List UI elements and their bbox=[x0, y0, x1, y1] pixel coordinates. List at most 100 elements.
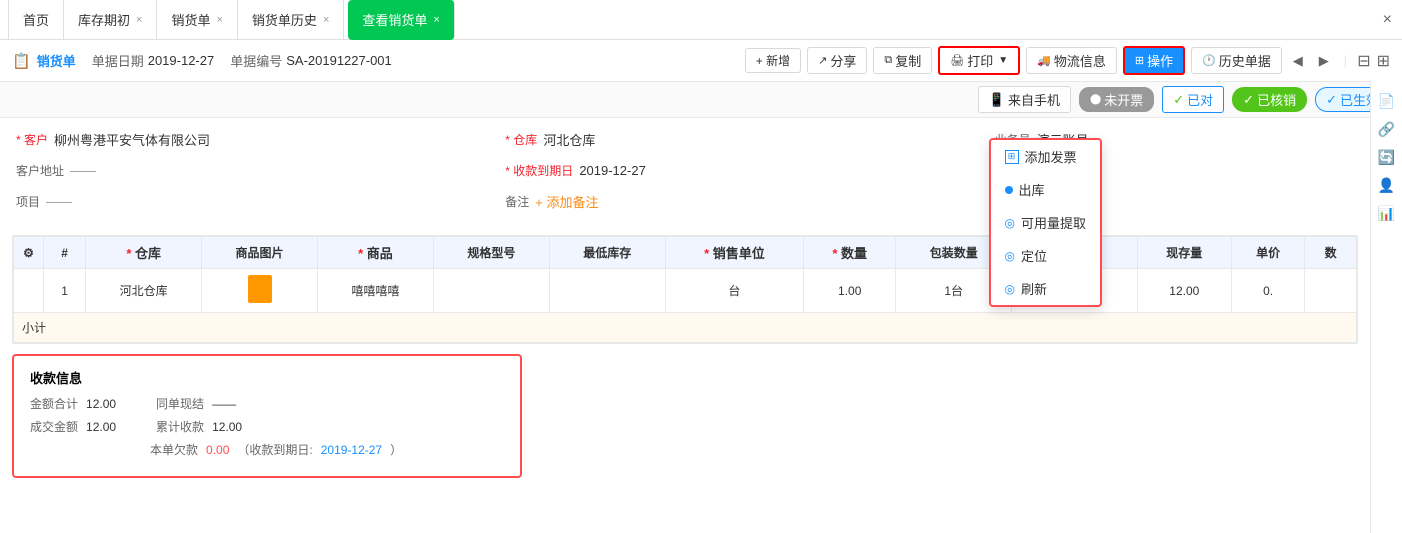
effective-icon: ✓ bbox=[1326, 92, 1337, 108]
grid-view-icon[interactable]: ⊟ bbox=[1357, 51, 1370, 71]
confirm-icon: ✓ bbox=[1173, 92, 1184, 108]
form-area: 客户 柳州粤港平安气体有限公司 仓库 河北仓库 业务员 演示账号 客户地址 —— bbox=[0, 118, 1402, 235]
td-product: 嘻嘻嘻嘻 bbox=[318, 269, 434, 313]
phone-icon: 📱 bbox=[989, 92, 1005, 108]
form-row-2: 客户地址 —— 收款到期日 2019-12-27 票据类型 不开票 bbox=[16, 161, 1386, 180]
logistics-button[interactable]: 🚚 物流信息 bbox=[1026, 47, 1117, 74]
doc-icon: 📋 bbox=[12, 52, 31, 70]
nav-next[interactable]: ▶ bbox=[1314, 50, 1334, 72]
confirm-button[interactable]: ✓ 已对 bbox=[1162, 86, 1224, 113]
customer-value: 柳州粤港平安气体有限公司 bbox=[54, 130, 210, 149]
tab-view-sales[interactable]: 查看销货单 × bbox=[348, 0, 454, 40]
tab-sales-history[interactable]: 销货单历史 × bbox=[238, 0, 344, 40]
available-qty-icon: ◎ bbox=[1005, 216, 1015, 230]
doc-type-label: 📋 销货单 bbox=[12, 51, 76, 70]
window-close-button[interactable]: × bbox=[1383, 11, 1392, 29]
dropdown-available-qty[interactable]: ◎ 可用量提取 bbox=[991, 206, 1101, 239]
print-button[interactable]: 🖨 打印 ▼ bbox=[938, 46, 1020, 75]
tab-sales-history-close[interactable]: × bbox=[323, 14, 329, 26]
list-view-icon[interactable]: ⊞ bbox=[1377, 51, 1390, 71]
th-gear[interactable]: ⚙ bbox=[14, 237, 44, 269]
due-date-value: 2019-12-27 bbox=[579, 163, 646, 178]
td-img bbox=[202, 269, 318, 313]
deal-field: 成交金额 12.00 bbox=[30, 418, 116, 435]
td-current: 12.00 bbox=[1137, 269, 1232, 313]
tab-sales-order-close[interactable]: × bbox=[216, 14, 222, 26]
doc-no-field: 单据编号 SA-20191227-001 bbox=[230, 51, 392, 70]
th-product: 商品 bbox=[318, 237, 434, 269]
share-icon: ↗ bbox=[818, 54, 827, 67]
th-min-stock: 最低库存 bbox=[549, 237, 665, 269]
due-date-field: 收款到期日 2019-12-27 bbox=[505, 162, 994, 179]
right-panel: 📄 🔗 🔄 👤 📊 ⤢ bbox=[1370, 80, 1402, 533]
form-row-1: 客户 柳州粤港平安气体有限公司 仓库 河北仓库 业务员 演示账号 bbox=[16, 130, 1386, 149]
print-dropdown-arrow[interactable]: ▼ bbox=[998, 55, 1008, 66]
customer-field: 客户 柳州粤港平安气体有限公司 bbox=[16, 130, 505, 149]
operate-dropdown: ⊞ 添加发票 出库 ◎ 可用量提取 ◎ 定位 ◎ 刷新 bbox=[989, 138, 1103, 307]
tab-sales-order[interactable]: 销货单 × bbox=[157, 0, 237, 40]
secondary-toolbar: 📱 来自手机 ⬤ 未开票 ✓ 已对 ✓ 已核销 ✓ 已生效 bbox=[0, 82, 1402, 118]
td-min-stock bbox=[549, 269, 665, 313]
right-panel-icon-1[interactable]: 📄 bbox=[1374, 88, 1400, 114]
note-label: 备注 bbox=[505, 193, 529, 210]
product-image bbox=[248, 275, 272, 303]
td-gear bbox=[14, 269, 44, 313]
main-toolbar: 📋 销货单 单据日期 2019-12-27 单据编号 SA-20191227-0… bbox=[0, 40, 1402, 82]
td-qty: 1.00 bbox=[804, 269, 896, 313]
share-button[interactable]: ↗ 分享 bbox=[807, 47, 867, 74]
right-panel-icon-3[interactable]: 🔄 bbox=[1374, 144, 1400, 170]
payment-title: 收款信息 bbox=[30, 368, 504, 387]
doc-date-field: 单据日期 2019-12-27 bbox=[92, 51, 215, 70]
th-current: 现存量 bbox=[1137, 237, 1232, 269]
dropdown-outbound[interactable]: 出库 bbox=[991, 173, 1101, 206]
tab-inventory-init[interactable]: 库存期初 × bbox=[64, 0, 157, 40]
right-panel-icon-5[interactable]: 📊 bbox=[1374, 200, 1400, 226]
add-note-button[interactable]: + 添加备注 bbox=[535, 192, 598, 211]
note-field: 备注 + 添加备注 bbox=[505, 192, 994, 211]
th-price: 单价 bbox=[1232, 237, 1305, 269]
dropdown-add-invoice[interactable]: ⊞ 添加发票 bbox=[991, 140, 1101, 173]
th-spec: 规格型号 bbox=[433, 237, 549, 269]
td-more bbox=[1305, 269, 1357, 313]
dropdown-refresh[interactable]: ◎ 刷新 bbox=[991, 272, 1101, 305]
warehouse-label: 仓库 bbox=[505, 131, 537, 148]
th-warehouse: 仓库 bbox=[86, 237, 202, 269]
from-phone-button[interactable]: 📱 来自手机 bbox=[978, 86, 1071, 113]
payment-row-1: 金额合计 12.00 同单现结 —— bbox=[30, 395, 504, 412]
tab-bar: 首页 库存期初 × 销货单 × 销货单历史 × 查看销货单 × × bbox=[0, 0, 1402, 40]
th-more: 数 bbox=[1305, 237, 1357, 269]
new-button[interactable]: + 新增 bbox=[745, 48, 801, 73]
product-table: ⚙ # 仓库 商品图片 商品 规格型号 最低库存 销售单位 数量 包装数量 可用… bbox=[13, 236, 1357, 343]
tab-view-sales-close[interactable]: × bbox=[433, 14, 439, 26]
dropdown-locate[interactable]: ◎ 定位 bbox=[991, 239, 1101, 272]
copy-icon: ⧉ bbox=[884, 54, 892, 67]
doc-info: 📋 销货单 单据日期 2019-12-27 单据编号 SA-20191227-0… bbox=[12, 51, 741, 70]
table-row: 1 河北仓库 嘻嘻嘻嘻 台 1.00 1台 12.00 0. bbox=[14, 269, 1357, 313]
right-panel-icon-2[interactable]: 🔗 bbox=[1374, 116, 1400, 142]
nav-prev[interactable]: ◀ bbox=[1288, 50, 1308, 72]
td-spec bbox=[433, 269, 549, 313]
payment-info-box: 收款信息 金额合计 12.00 同单现结 —— 成交金额 12.00 累计收款 bbox=[12, 354, 522, 478]
th-qty: 数量 bbox=[804, 237, 896, 269]
customer-label: 客户 bbox=[16, 131, 48, 148]
th-img: 商品图片 bbox=[202, 237, 318, 269]
tab-home[interactable]: 首页 bbox=[8, 0, 64, 40]
warehouse-field: 仓库 河北仓库 bbox=[505, 130, 994, 149]
print-icon: 🖨 bbox=[950, 54, 964, 67]
total-field: 金额合计 12.00 bbox=[30, 395, 116, 412]
project-field: 项目 —— bbox=[16, 193, 505, 210]
td-num: 1 bbox=[44, 269, 86, 313]
project-value: —— bbox=[46, 194, 72, 209]
not-invoiced-button[interactable]: ⬤ 未开票 bbox=[1079, 87, 1154, 112]
checked-button[interactable]: ✓ 已核销 bbox=[1232, 87, 1307, 112]
copy-button[interactable]: ⧉ 复制 bbox=[873, 47, 932, 74]
same-order-field: 同单现结 —— bbox=[156, 395, 236, 412]
history-button[interactable]: 🕐 历史单据 bbox=[1191, 47, 1282, 74]
project-label: 项目 bbox=[16, 193, 40, 210]
right-panel-icon-4[interactable]: 👤 bbox=[1374, 172, 1400, 198]
operate-button[interactable]: ⊞ 操作 bbox=[1123, 46, 1185, 75]
subtotal-row: 小计 bbox=[14, 313, 1357, 343]
payment-row-3: 本单欠款 0.00 （收款到期日: 2019-12-27 ） bbox=[30, 441, 504, 458]
tab-inventory-init-close[interactable]: × bbox=[136, 14, 142, 26]
operate-icon: ⊞ bbox=[1135, 54, 1144, 67]
